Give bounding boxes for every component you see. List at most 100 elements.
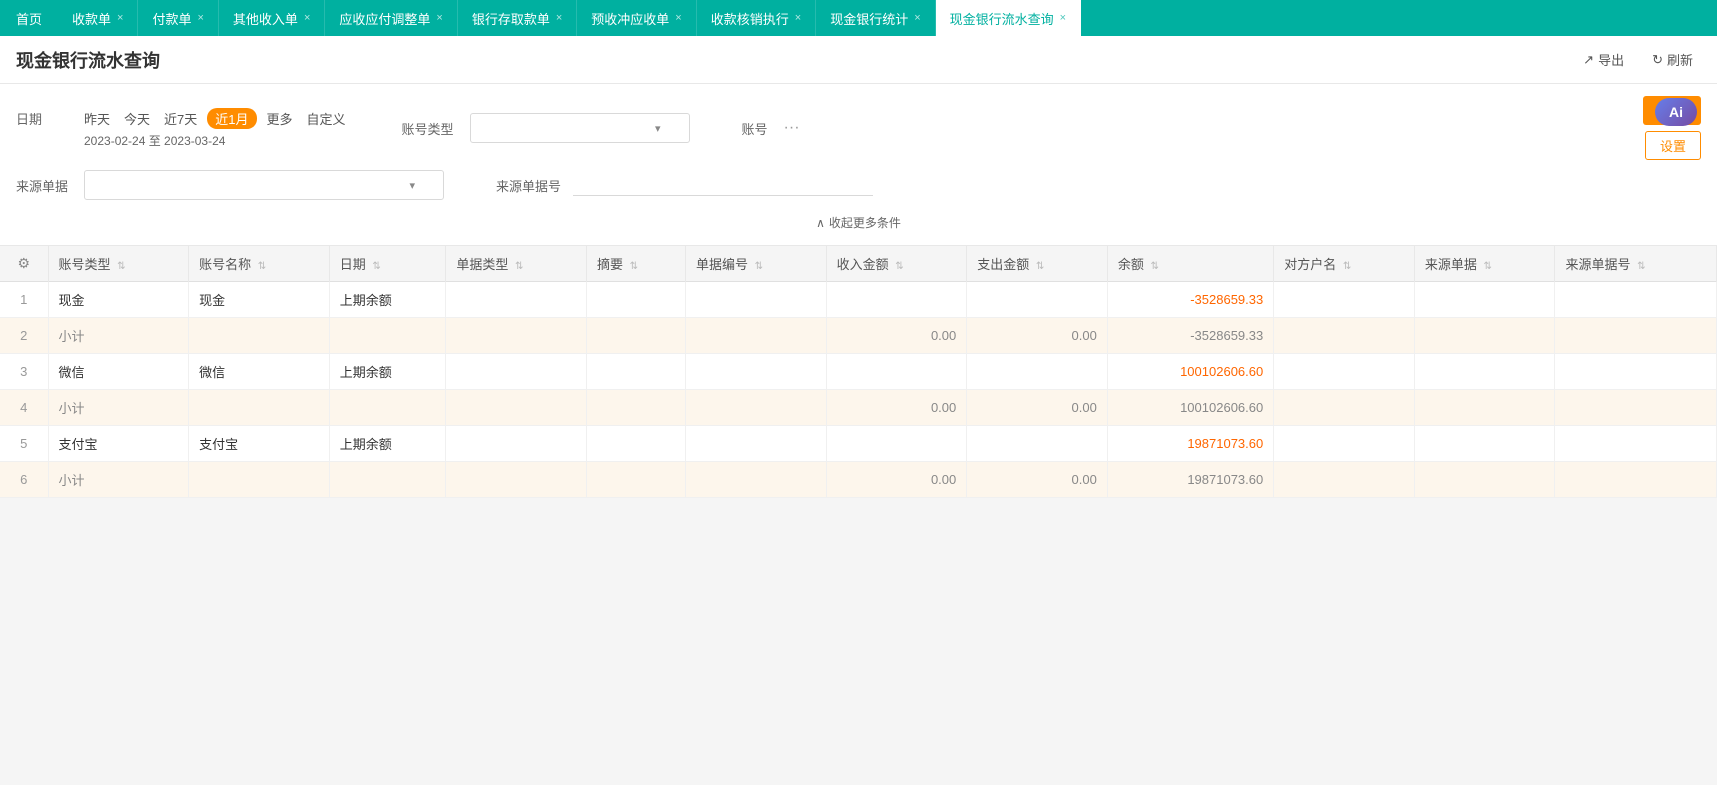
header-actions: ↗ 导出 ↻ 刷新 [1575,46,1701,73]
cell-expense [967,282,1108,318]
close-icon[interactable]: × [197,12,203,24]
col-account-type[interactable]: 账号类型 ⇅ [48,246,189,282]
col-counterpart[interactable]: 对方户名 ⇅ [1274,246,1415,282]
cell-expense: 0.00 [967,462,1108,498]
table-row: 3微信微信上期余额100102606.60 [0,354,1717,390]
cell-source_doc_no [1555,462,1717,498]
cell-doc_type [446,318,587,354]
cell-account_name [189,318,330,354]
col-balance[interactable]: 余额 ⇅ [1107,246,1273,282]
gear-icon[interactable]: ⚙ [17,255,30,271]
more-options-icon[interactable]: ··· [780,119,804,137]
filter-area: 日期 昨天 今天 近7天 近1月 更多 自定义 2023-02-24 至 202… [0,84,1717,246]
tab-cash-bank-flow[interactable]: 现金银行流水查询 × [936,0,1081,36]
cell-account_type: 支付宝 [48,426,189,462]
col-doc-no[interactable]: 单据编号 ⇅ [686,246,827,282]
cell-expense [967,426,1108,462]
col-settings[interactable]: ⚙ [0,246,48,282]
account-type-label: 账号类型 [402,119,462,138]
collapse-bar[interactable]: ∧ 收起更多条件 [16,210,1701,237]
source-doc-select[interactable]: ▾ [84,170,444,200]
home-tab[interactable]: 首页 [0,0,58,36]
col-income[interactable]: 收入金额 ⇅ [826,246,967,282]
col-source-doc[interactable]: 来源单据 ⇅ [1414,246,1555,282]
sort-icon: ⇅ [895,261,903,272]
settings-button[interactable]: 设置 [1645,131,1701,160]
cell-summary [586,354,685,390]
cell-date [329,318,446,354]
close-icon[interactable]: × [675,12,681,24]
cell-income [826,282,967,318]
date-filter-label: 日期 [16,107,72,128]
source-doc-num-input[interactable] [573,174,873,196]
tab-receipts[interactable]: 收款单 × [58,0,138,36]
close-icon[interactable]: × [304,12,310,24]
date-opt-7days[interactable]: 近7天 [160,107,201,130]
cell-doc_type [446,354,587,390]
table-row: 4小计0.000.00100102606.60 [0,390,1717,426]
sort-icon: ⇅ [755,261,763,272]
cell-counterpart [1274,390,1415,426]
source-doc-num-label: 来源单据号 [496,176,561,195]
date-opt-yesterday[interactable]: 昨天 [80,107,114,130]
cell-doc_no [686,282,827,318]
col-expense[interactable]: 支出金额 ⇅ [967,246,1108,282]
ai-assistant-button[interactable]: Ai [1655,98,1697,126]
cell-counterpart [1274,426,1415,462]
tab-other-income[interactable]: 其他收入单 × [219,0,325,36]
col-date[interactable]: 日期 ⇅ [329,246,446,282]
filter-row-1: 日期 昨天 今天 近7天 近1月 更多 自定义 2023-02-24 至 202… [16,96,1701,160]
close-icon[interactable]: × [117,12,123,24]
cell-account_name: 现金 [189,282,330,318]
tab-receipt-verify[interactable]: 收款核销执行 × [697,0,816,36]
cell-idx: 4 [0,390,48,426]
table-row: 5支付宝支付宝上期余额19871073.60 [0,426,1717,462]
cell-expense [967,354,1108,390]
sort-icon: ⇅ [1637,261,1645,272]
close-icon[interactable]: × [436,12,442,24]
export-button[interactable]: ↗ 导出 [1575,46,1632,73]
cell-balance: 100102606.60 [1107,390,1273,426]
cell-summary [586,426,685,462]
close-icon[interactable]: × [1060,12,1066,24]
cell-balance: 100102606.60 [1107,354,1273,390]
col-summary[interactable]: 摘要 ⇅ [586,246,685,282]
cell-counterpart [1274,354,1415,390]
refresh-button[interactable]: ↻ 刷新 [1644,46,1701,73]
sort-icon: ⇅ [515,261,523,272]
cell-account_name [189,462,330,498]
cell-summary [586,462,685,498]
cell-doc_no [686,426,827,462]
date-opt-today[interactable]: 今天 [120,107,154,130]
cell-balance: -3528659.33 [1107,282,1273,318]
table-row: 6小计0.000.0019871073.60 [0,462,1717,498]
table-container: ⚙ 账号类型 ⇅ 账号名称 ⇅ 日期 ⇅ 单据类型 ⇅ [0,246,1717,498]
cell-summary [586,318,685,354]
tab-ar-ap-adjust[interactable]: 应收应付调整单 × [325,0,457,36]
date-opt-custom[interactable]: 自定义 [303,107,350,130]
close-icon[interactable]: × [795,12,801,24]
cell-source_doc [1414,318,1555,354]
cell-doc_type [446,282,587,318]
account-type-select[interactable]: ▾ [470,113,690,143]
date-opt-1month[interactable]: 近1月 [207,108,256,129]
cell-counterpart [1274,282,1415,318]
sort-icon: ⇅ [258,261,266,272]
cell-account_name: 支付宝 [189,426,330,462]
tab-bank-withdraw[interactable]: 银行存取款单 × [458,0,577,36]
tab-prepaid[interactable]: 预收冲应收单 × [577,0,696,36]
cell-account_type: 小计 [48,462,189,498]
date-opt-more[interactable]: 更多 [263,107,297,130]
table-row: 2小计0.000.00-3528659.33 [0,318,1717,354]
cell-account_type: 微信 [48,354,189,390]
tab-cash-bank-stats[interactable]: 现金银行统计 × [816,0,935,36]
cell-income [826,426,967,462]
tab-payments[interactable]: 付款单 × [138,0,218,36]
source-doc-label: 来源单据 [16,176,72,195]
cell-idx: 6 [0,462,48,498]
close-icon[interactable]: × [914,12,920,24]
close-icon[interactable]: × [556,12,562,24]
col-doc-type[interactable]: 单据类型 ⇅ [446,246,587,282]
col-account-name[interactable]: 账号名称 ⇅ [189,246,330,282]
col-source-doc-no[interactable]: 来源单据号 ⇅ [1555,246,1717,282]
